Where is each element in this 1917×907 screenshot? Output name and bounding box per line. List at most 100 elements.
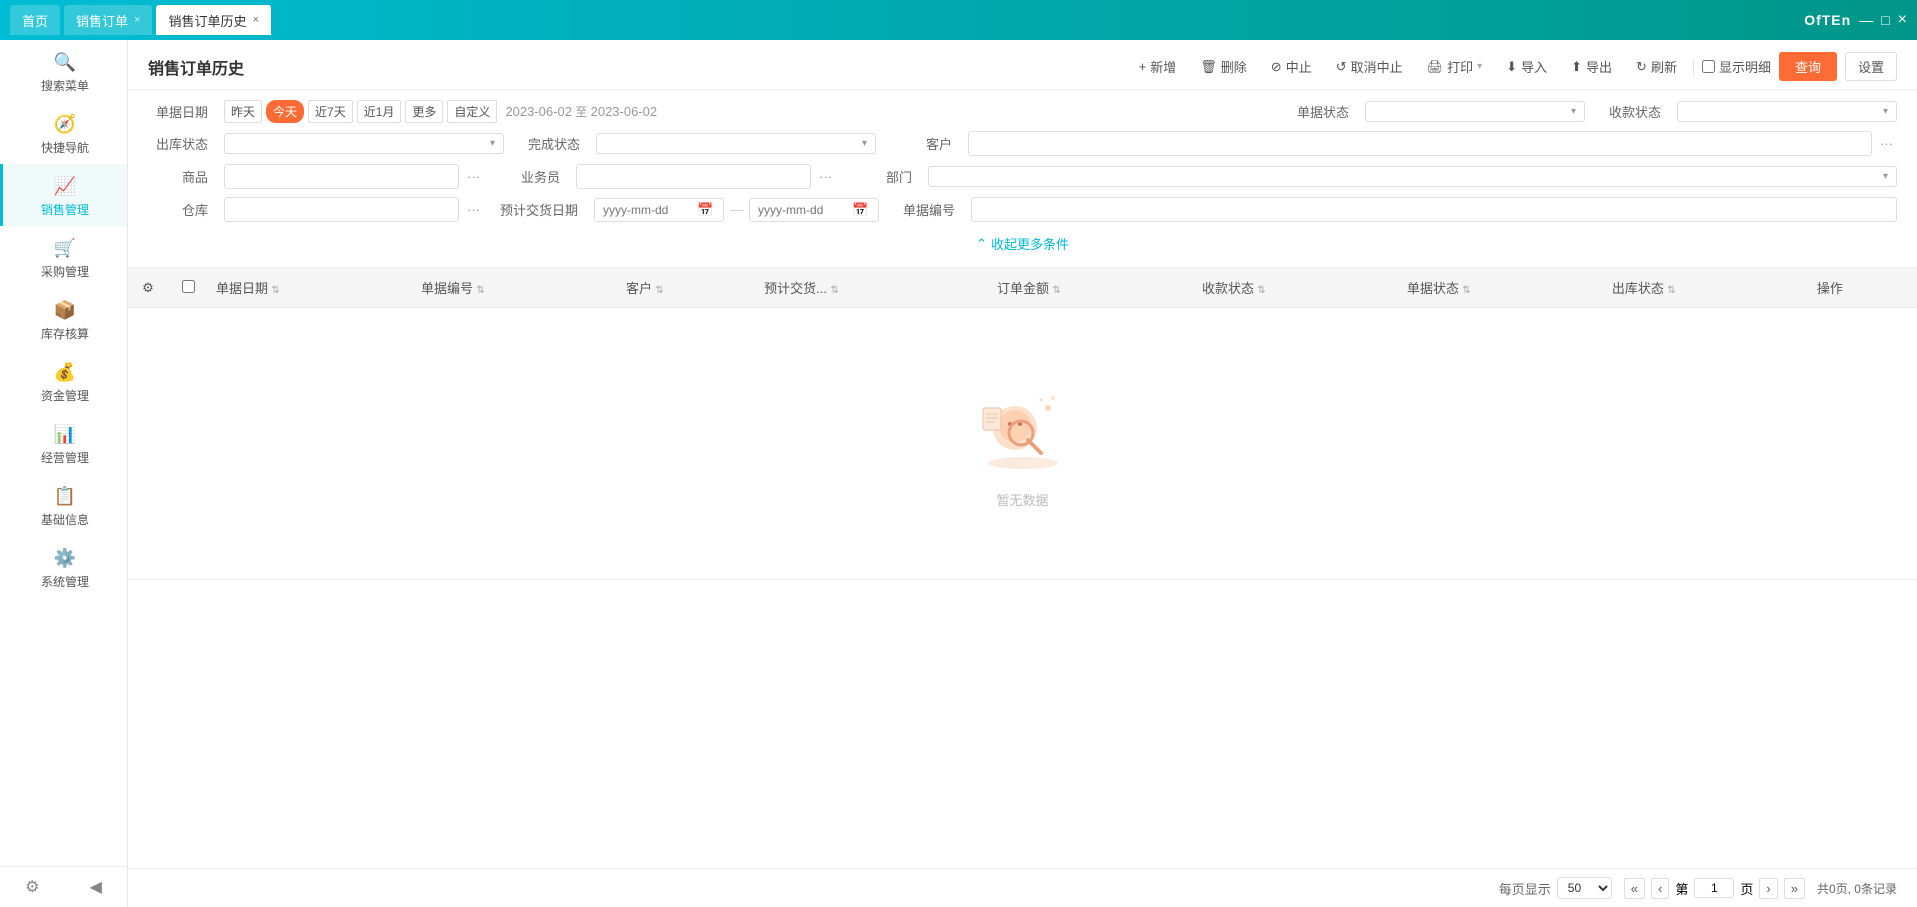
sidebar-item-operations[interactable]: 📊 经营管理 xyxy=(0,412,127,474)
date-btn-7days[interactable]: 近7天 xyxy=(308,100,353,123)
cancel-stop-button[interactable]: ↺ 取消中止 xyxy=(1328,53,1411,80)
refresh-button[interactable]: ↻ 刷新 xyxy=(1628,53,1685,80)
data-table: ⚙ 单据日期 ⇅ 单据编号 ⇅ xyxy=(128,268,1917,580)
sidebar-operations-label: 经营管理 xyxy=(41,449,89,466)
add-icon: + xyxy=(1139,59,1147,74)
doc-number-input[interactable] xyxy=(971,197,1897,222)
tab-sales-order[interactable]: 销售订单 × xyxy=(64,5,152,35)
next-page-button[interactable]: › xyxy=(1759,878,1777,899)
date-btn-yesterday[interactable]: 昨天 xyxy=(224,100,262,123)
delivery-date-from-input[interactable] xyxy=(603,203,693,217)
date-btn-more[interactable]: 更多 xyxy=(405,100,443,123)
th-settings[interactable]: ⚙ xyxy=(128,268,168,308)
sidebar: 🔍 搜索菜单 🧭 快捷导航 📈 销售管理 🛒 采购管理 📦 库存核算 💰 资金管… xyxy=(0,40,128,907)
print-button[interactable]: 🖨 打印 ▾ xyxy=(1419,53,1491,80)
th-customer[interactable]: 客户 ⇅ xyxy=(618,268,756,308)
th-delivery-date[interactable]: 预计交货... ⇅ xyxy=(756,268,989,308)
tab-sales-order-history[interactable]: 销售订单历史 × xyxy=(156,5,270,35)
filter-doc-date-control: 昨天 今天 近7天 近1月 更多 自定义 2023-06-02 至 2023-0… xyxy=(224,100,1273,123)
tab-sales-order-close[interactable]: × xyxy=(134,14,140,26)
filter-complete-status-select[interactable]: ▾ xyxy=(596,133,876,154)
th-order-amount[interactable]: 订单金额 ⇅ xyxy=(989,268,1194,308)
sidebar-item-search[interactable]: 🔍 搜索菜单 xyxy=(0,40,127,102)
finance-icon: 💰 xyxy=(54,362,76,383)
page-size-select[interactable]: 10 20 50 100 xyxy=(1557,877,1612,899)
tab-home[interactable]: 首页 xyxy=(10,5,60,35)
filter-label-customer: 客户 xyxy=(892,134,952,153)
toolbar: + 新增 🗑 删除 ⊘ 中止 ↺ 取消中止 🖨 打印 xyxy=(1131,52,1897,81)
date-btn-custom[interactable]: 自定义 xyxy=(447,100,497,123)
date-btn-today[interactable]: 今天 xyxy=(266,100,304,123)
salesperson-dots-icon[interactable]: ··· xyxy=(815,169,836,184)
import-button[interactable]: ⬇ 导入 xyxy=(1498,53,1555,80)
select-all-checkbox[interactable] xyxy=(182,280,195,293)
delivery-date-to-input[interactable] xyxy=(758,203,848,217)
warehouse-input[interactable] xyxy=(224,197,459,222)
th-doc-number[interactable]: 单据编号 ⇅ xyxy=(413,268,618,308)
sidebar-item-system[interactable]: ⚙️ 系统管理 xyxy=(0,536,127,598)
setting-button[interactable]: 设置 xyxy=(1845,52,1897,81)
display-detail-wrap[interactable]: 显示明细 xyxy=(1702,57,1771,76)
sort-doc-number-icon: ⇅ xyxy=(476,285,484,296)
tab-home-label: 首页 xyxy=(22,11,48,30)
quicknav-icon: 🧭 xyxy=(54,114,76,135)
first-page-button[interactable]: « xyxy=(1624,878,1645,899)
sidebar-item-inventory[interactable]: 📦 库存核算 xyxy=(0,288,127,350)
minimize-btn[interactable]: — xyxy=(1859,12,1873,28)
sidebar-item-finance[interactable]: 💰 资金管理 xyxy=(0,350,127,412)
sidebar-item-quicknav[interactable]: 🧭 快捷导航 xyxy=(0,102,127,164)
stop-button[interactable]: ⊘ 中止 xyxy=(1263,53,1320,80)
total-records-info: 共0页, 0条记录 xyxy=(1817,880,1897,897)
complete-status-chevron-icon: ▾ xyxy=(862,138,867,149)
filter-outstock-status-select[interactable]: ▾ xyxy=(224,133,504,154)
customer-dots-icon[interactable]: ··· xyxy=(1876,136,1897,151)
warehouse-dots-icon[interactable]: ··· xyxy=(463,202,484,217)
collapse-row[interactable]: ⌃ 收起更多条件 xyxy=(148,230,1897,257)
table-settings-icon[interactable]: ⚙ xyxy=(142,280,154,295)
filter-dept-select[interactable]: ▾ xyxy=(928,166,1897,187)
th-order-amount-label: 订单金额 xyxy=(997,281,1049,296)
salesperson-input[interactable] xyxy=(576,164,811,189)
refresh-icon: ↻ xyxy=(1636,59,1647,75)
export-icon: ⬆ xyxy=(1571,59,1582,75)
page-size-wrap: 每页显示 10 20 50 100 xyxy=(1499,877,1612,899)
customer-input[interactable] xyxy=(968,131,1872,156)
th-doc-status[interactable]: 单据状态 ⇅ xyxy=(1399,268,1604,308)
display-detail-checkbox[interactable] xyxy=(1702,60,1715,73)
product-input[interactable] xyxy=(224,164,459,189)
print-icon: 🖨 xyxy=(1427,59,1444,75)
delivery-date-range: 📅 — 📅 xyxy=(594,198,879,222)
close-btn[interactable]: × xyxy=(1898,11,1907,29)
delivery-date-from-calendar-icon[interactable]: 📅 xyxy=(697,202,713,218)
prev-page-button[interactable]: ‹ xyxy=(1651,878,1669,899)
product-dots-icon[interactable]: ··· xyxy=(463,169,484,184)
collapse-sidebar-icon[interactable]: ◀ xyxy=(90,877,102,897)
current-page-input[interactable] xyxy=(1694,878,1734,898)
delivery-date-to-calendar-icon[interactable]: 📅 xyxy=(852,202,868,218)
print-chevron-icon: ▾ xyxy=(1477,61,1482,72)
th-outstock-status[interactable]: 出库状态 ⇅ xyxy=(1604,268,1809,308)
last-page-button[interactable]: » xyxy=(1784,878,1805,899)
add-button[interactable]: + 新增 xyxy=(1131,53,1185,80)
maximize-btn[interactable]: □ xyxy=(1881,12,1889,28)
th-checkbox[interactable] xyxy=(168,268,208,308)
settings-bottom-icon[interactable]: ⚙ xyxy=(25,877,39,897)
filter-row-4: 仓库 ··· 预计交货日期 📅 — 📅 单 xyxy=(148,197,1897,222)
sidebar-item-sales[interactable]: 📈 销售管理 xyxy=(0,164,127,226)
date-btn-1month[interactable]: 近1月 xyxy=(357,100,402,123)
query-button[interactable]: 查询 xyxy=(1779,52,1837,81)
search-icon: 🔍 xyxy=(54,52,76,73)
operations-icon: 📊 xyxy=(54,424,76,445)
table-footer: 每页显示 10 20 50 100 « ‹ 第 页 › » 共0页, 0条记录 xyxy=(128,868,1917,907)
sidebar-item-purchase[interactable]: 🛒 采购管理 xyxy=(0,226,127,288)
tab-sales-order-history-close[interactable]: × xyxy=(252,14,258,26)
sort-outstock-status-icon: ⇅ xyxy=(1667,285,1675,296)
th-payment-status[interactable]: 收款状态 ⇅ xyxy=(1194,268,1399,308)
export-button[interactable]: ⬆ 导出 xyxy=(1563,53,1620,80)
delete-button[interactable]: 🗑 删除 xyxy=(1192,53,1255,80)
sidebar-item-basic[interactable]: 📋 基础信息 xyxy=(0,474,127,536)
filter-doc-status-select[interactable]: ▾ xyxy=(1365,101,1585,122)
th-doc-date-label: 单据日期 xyxy=(216,281,268,296)
filter-payment-status-select[interactable]: ▾ xyxy=(1677,101,1897,122)
th-doc-date[interactable]: 单据日期 ⇅ xyxy=(208,268,413,308)
